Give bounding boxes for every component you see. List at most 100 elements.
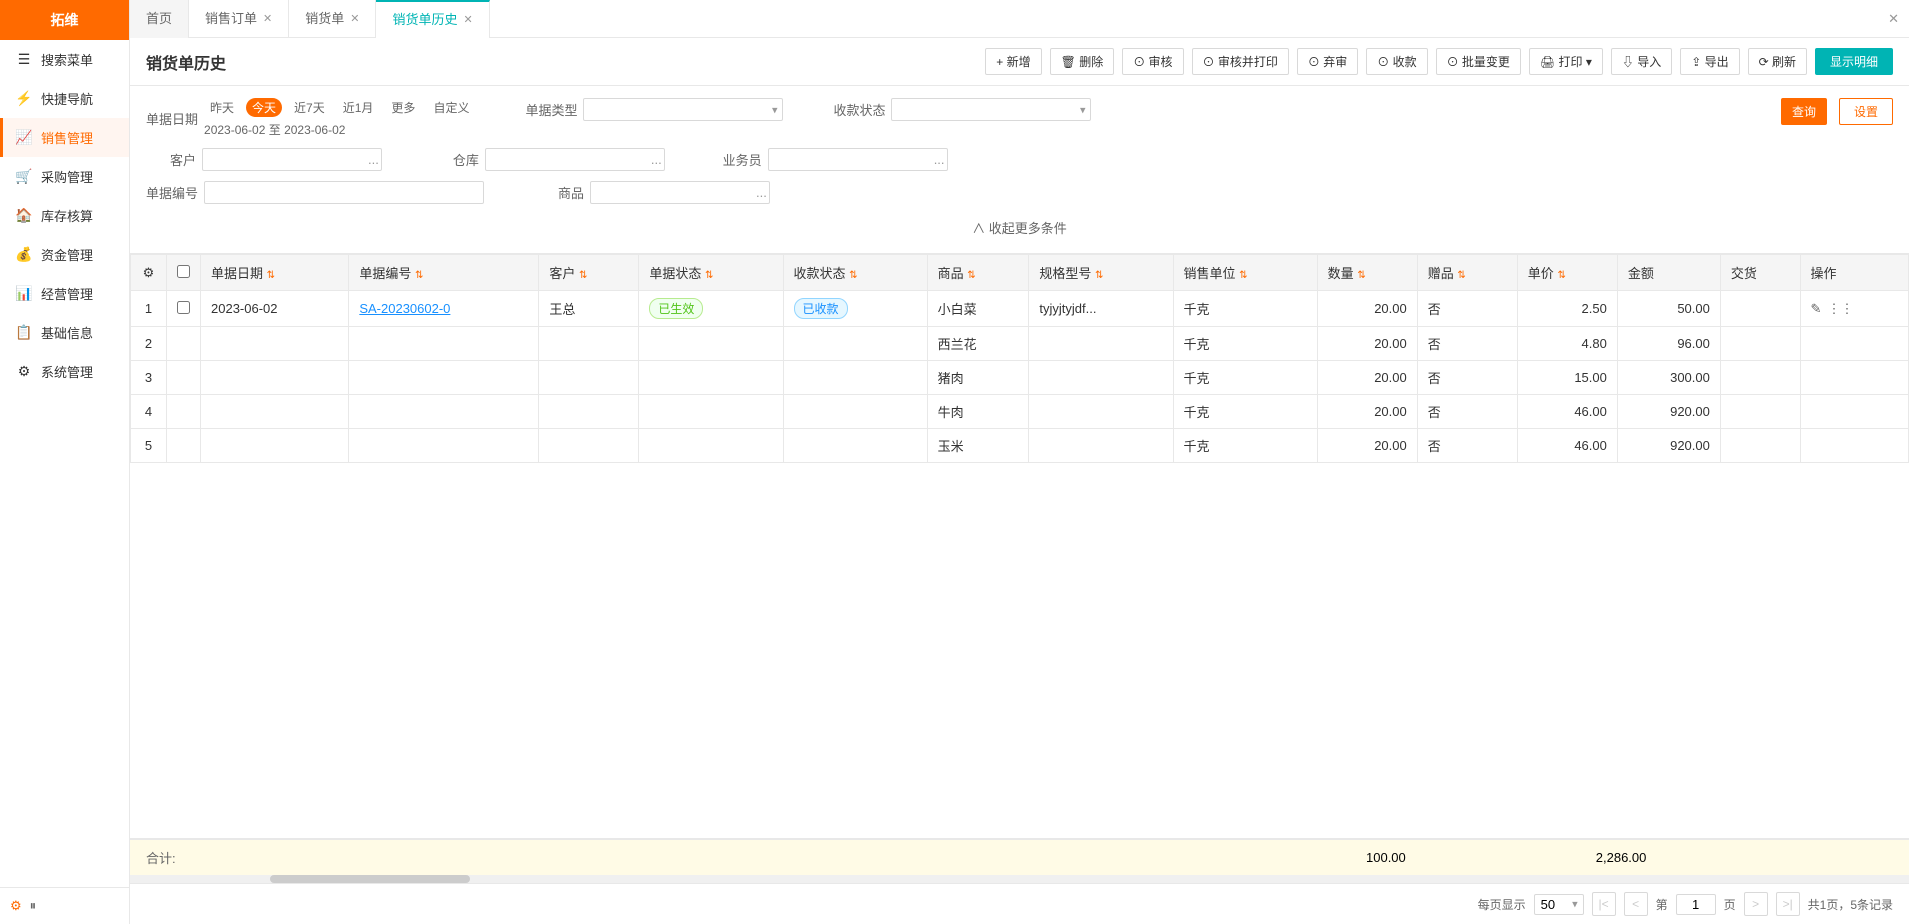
date-tab-today[interactable]: 今天	[246, 98, 282, 117]
date-tab-7days[interactable]: 近7天	[288, 98, 331, 117]
goods-more-icon[interactable]: ...	[756, 185, 767, 200]
delete-button[interactable]: 🗑 删除	[1050, 48, 1115, 75]
batch-change-button[interactable]: ⊙ 批量变更	[1436, 48, 1521, 75]
tab-home[interactable]: 首页	[130, 0, 189, 38]
doc-no-link[interactable]: SA-20230602-0	[359, 301, 450, 316]
col-settings[interactable]: ⚙	[131, 255, 167, 291]
page-prev-button[interactable]: <	[1624, 892, 1648, 916]
sidebar-item-finance[interactable]: 💰 资金管理	[0, 235, 129, 274]
filter-more-btn[interactable]: ∧ 收起更多条件	[146, 214, 1893, 241]
cell-action	[1800, 395, 1908, 429]
payment-status-select[interactable]	[891, 98, 1091, 121]
sidebar-item-quick-nav[interactable]: ⚡ 快捷导航	[0, 79, 129, 118]
date-tab-yesterday[interactable]: 昨天	[204, 98, 240, 117]
cell-checkbox[interactable]	[167, 429, 201, 463]
per-page-select[interactable]: 50 100 200	[1534, 894, 1584, 915]
new-button[interactable]: + 新增	[985, 48, 1041, 75]
import-button[interactable]: ⇩ 导入	[1611, 48, 1672, 75]
date-tabs-group: 昨天 今天 近7天 近1月 更多 自定义 2023-06-02 至 2023-0…	[204, 98, 475, 138]
tab-sales-history[interactable]: 销货单历史 ✕	[376, 0, 489, 38]
scrollbar-track[interactable]	[130, 875, 1909, 883]
edit-action-icon[interactable]: ✎	[1811, 301, 1822, 317]
audit-button[interactable]: ⊙ 审核	[1122, 48, 1183, 75]
cell-gift: 否	[1417, 361, 1517, 395]
goods-label: 商品	[534, 183, 584, 202]
date-tab-1month[interactable]: 近1月	[337, 98, 380, 117]
tab-close-sales-order[interactable]: ✕	[263, 0, 272, 38]
scrollbar-thumb[interactable]	[270, 875, 470, 883]
sidebar-item-purchase-mgmt[interactable]: 🛒 采购管理	[0, 157, 129, 196]
warehouse-input[interactable]	[485, 148, 665, 171]
audit-print-button[interactable]: ⊙ 审核并打印	[1192, 48, 1289, 75]
print-button[interactable]: 🖨 打印 ▾	[1529, 48, 1603, 75]
cell-spec-type	[1029, 327, 1173, 361]
tab-close-sales-goods[interactable]: ✕	[350, 0, 359, 38]
sidebar-bottom-icon1[interactable]: ⚙	[10, 898, 22, 914]
query-button[interactable]: 查询	[1781, 98, 1827, 125]
date-tab-custom[interactable]: 自定义	[427, 98, 475, 117]
col-quantity[interactable]: 数量 ⇅	[1317, 255, 1417, 291]
sidebar-item-sales-mgmt[interactable]: 📈 销售管理	[0, 118, 129, 157]
sidebar-bottom-icon2[interactable]: ⏸	[30, 898, 37, 914]
col-payment-status[interactable]: 收款状态 ⇅	[783, 255, 927, 291]
col-doc-no[interactable]: 单据编号 ⇅	[349, 255, 539, 291]
goods-input[interactable]	[590, 181, 770, 204]
sort-goods-icon: ⇅	[967, 270, 975, 281]
cell-checkbox[interactable]	[167, 361, 201, 395]
cell-sales-unit: 千克	[1173, 395, 1317, 429]
salesperson-input[interactable]	[768, 148, 948, 171]
cell-checkbox[interactable]	[167, 291, 201, 327]
doc-no-input[interactable]	[204, 181, 484, 204]
page-title: 销货单历史	[146, 50, 226, 74]
abandon-button[interactable]: ⊙ 弃审	[1297, 48, 1358, 75]
refresh-button[interactable]: ⟳ 刷新	[1748, 48, 1807, 75]
cell-spec-type	[1029, 395, 1173, 429]
data-table: ⚙ 单据日期 ⇅ 单据编号 ⇅ 客户	[130, 254, 1909, 463]
tab-sales-goods[interactable]: 销货单 ✕	[289, 0, 376, 38]
row-checkbox[interactable]	[177, 301, 190, 314]
col-spec-type[interactable]: 规格型号 ⇅	[1029, 255, 1173, 291]
filter-buttons: 查询 设置	[1781, 98, 1893, 125]
warehouse-more-icon[interactable]: ...	[651, 152, 662, 167]
cell-payment-status: 已收款	[783, 291, 927, 327]
col-doc-status[interactable]: 单据状态 ⇅	[639, 255, 783, 291]
page-number-input[interactable]	[1676, 894, 1716, 915]
doc-status-badge: 已生效	[649, 298, 703, 319]
sidebar-item-operations[interactable]: 📊 经营管理	[0, 274, 129, 313]
col-sales-unit[interactable]: 销售单位 ⇅	[1173, 255, 1317, 291]
table-header-row: ⚙ 单据日期 ⇅ 单据编号 ⇅ 客户	[131, 255, 1909, 291]
cell-checkbox[interactable]	[167, 395, 201, 429]
col-doc-date[interactable]: 单据日期 ⇅	[201, 255, 349, 291]
sales-mgmt-icon: 📈	[15, 129, 33, 146]
tab-close-sales-history[interactable]: ✕	[464, 1, 473, 39]
page-last-button[interactable]: >|	[1776, 892, 1800, 916]
show-detail-button[interactable]: 显示明细	[1815, 48, 1893, 75]
cell-transaction	[1720, 291, 1800, 327]
settings-button[interactable]: 设置	[1839, 98, 1893, 125]
select-all-checkbox[interactable]	[177, 265, 190, 278]
page-next-button[interactable]: >	[1744, 892, 1768, 916]
tabs-close-all[interactable]: ✕	[1888, 11, 1909, 27]
sidebar-item-inventory[interactable]: 🏠 库存核算	[0, 196, 129, 235]
page-first-button[interactable]: |<	[1592, 892, 1616, 916]
doc-type-select[interactable]	[583, 98, 783, 121]
col-unit-price[interactable]: 单价 ⇅	[1517, 255, 1617, 291]
customer-input[interactable]	[202, 148, 382, 171]
sort-doc-status-icon: ⇅	[705, 270, 713, 281]
sidebar-item-base-info[interactable]: 📋 基础信息	[0, 313, 129, 352]
tab-sales-order[interactable]: 销售订单 ✕	[189, 0, 289, 38]
sidebar-item-system-mgmt[interactable]: ⚙ 系统管理	[0, 352, 129, 391]
cell-checkbox[interactable]	[167, 327, 201, 361]
col-gift[interactable]: 赠品 ⇅	[1417, 255, 1517, 291]
col-customer[interactable]: 客户 ⇅	[539, 255, 639, 291]
more-action-icon[interactable]: ⋮⋮	[1827, 301, 1853, 317]
cell-doc-status	[639, 327, 783, 361]
collect-button[interactable]: ⊙ 收款	[1366, 48, 1427, 75]
salesperson-more-icon[interactable]: ...	[934, 152, 945, 167]
sidebar-item-search-menu[interactable]: ☰ 搜索菜单	[0, 40, 129, 79]
export-button[interactable]: ⇪ 导出	[1680, 48, 1739, 75]
customer-more-icon[interactable]: ...	[368, 152, 379, 167]
cell-doc-date	[201, 429, 349, 463]
date-tab-more[interactable]: 更多	[385, 98, 421, 117]
col-goods[interactable]: 商品 ⇅	[927, 255, 1029, 291]
